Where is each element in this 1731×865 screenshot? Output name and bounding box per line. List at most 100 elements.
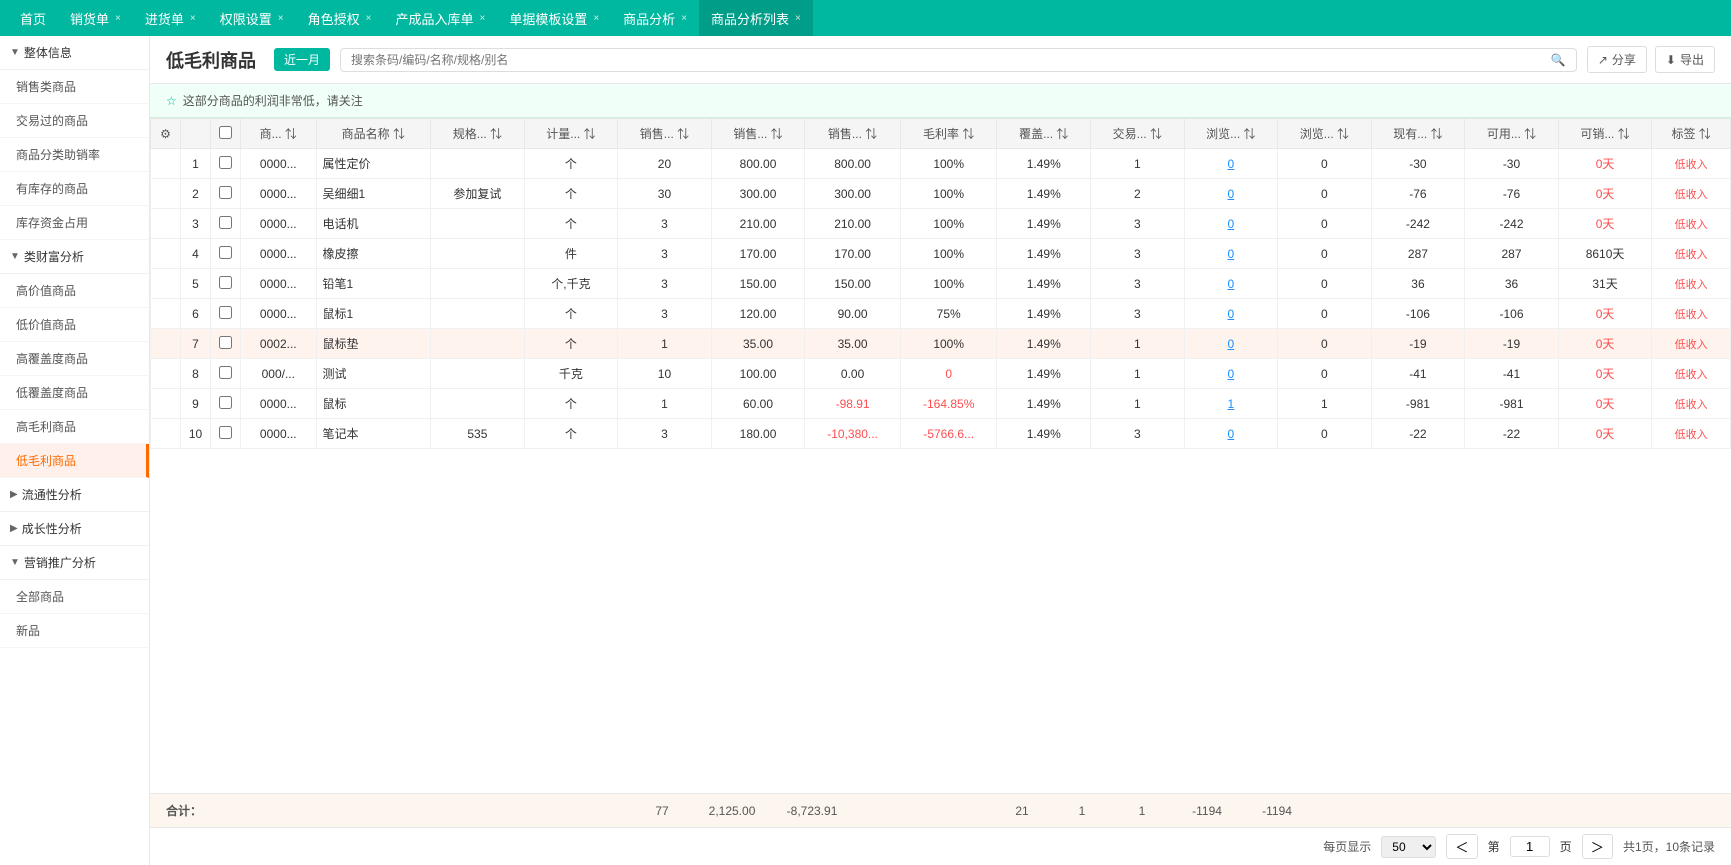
nav-template[interactable]: 单据模板设置 × <box>497 0 611 36</box>
page-size-select[interactable]: 50 100 200 <box>1381 836 1436 858</box>
nav-product-entry[interactable]: 产成品入库单 × <box>383 0 497 36</box>
row-checkbox[interactable] <box>219 246 232 259</box>
nav-permission-close[interactable]: × <box>278 13 284 24</box>
cell-check[interactable] <box>211 389 241 419</box>
cell-browse2: 0 <box>1278 209 1372 239</box>
row-checkbox[interactable] <box>219 306 232 319</box>
col-sales-profit[interactable]: 销售... ⇅ <box>805 119 901 149</box>
cell-browse1[interactable]: 0 <box>1184 269 1278 299</box>
col-available[interactable]: 可用... ⇅ <box>1465 119 1559 149</box>
nav-goods-analysis[interactable]: 商品分析 × <box>611 0 699 36</box>
cell-browse1[interactable]: 0 <box>1184 419 1278 449</box>
col-trade[interactable]: 交易... ⇅ <box>1091 119 1185 149</box>
col-code[interactable]: 商... ⇅ <box>241 119 317 149</box>
next-page-button[interactable]: ＞ <box>1582 834 1613 859</box>
col-coverage[interactable]: 覆盖... ⇅ <box>997 119 1091 149</box>
row-checkbox[interactable] <box>219 156 232 169</box>
prev-page-button[interactable]: ＜ <box>1446 834 1477 859</box>
cell-browse1[interactable]: 0 <box>1184 149 1278 179</box>
col-sales-qty[interactable]: 销售... ⇅ <box>618 119 712 149</box>
page-input[interactable] <box>1510 836 1550 857</box>
col-sales-price[interactable]: 销售... ⇅ <box>711 119 805 149</box>
col-unit[interactable]: 计量... ⇅ <box>524 119 618 149</box>
sidebar-item-inventory[interactable]: 有库存的商品 <box>0 172 149 206</box>
cell-check[interactable] <box>211 329 241 359</box>
col-settings[interactable]: ⚙ <box>151 119 181 149</box>
row-checkbox[interactable] <box>219 426 232 439</box>
col-check-all[interactable] <box>211 119 241 149</box>
cell-browse1[interactable]: 0 <box>1184 359 1278 389</box>
sidebar-item-low-coverage[interactable]: 低覆盖度商品 <box>0 376 149 410</box>
nav-sales-close[interactable]: × <box>115 13 121 24</box>
export-button[interactable]: ⬇ 导出 <box>1655 46 1715 73</box>
sidebar-group-overview[interactable]: ▼ 整体信息 <box>0 36 149 70</box>
nav-template-close[interactable]: × <box>593 13 599 24</box>
row-checkbox[interactable] <box>219 366 232 379</box>
sidebar-item-low-margin[interactable]: 低毛利商品 <box>0 444 149 478</box>
arrow-icon-2: ▼ <box>10 251 20 262</box>
sidebar-item-high-margin[interactable]: 高毛利商品 <box>0 410 149 444</box>
sidebar-item-new-goods[interactable]: 新品 <box>0 614 149 648</box>
cell-check[interactable] <box>211 209 241 239</box>
sidebar-item-high-value[interactable]: 高价值商品 <box>0 274 149 308</box>
cell-code: 0000... <box>241 269 317 299</box>
col-gross-rate[interactable]: 毛利率 ⇅ <box>900 119 997 149</box>
cell-sales-qty: 10 <box>618 359 712 389</box>
cell-browse1[interactable]: 1 <box>1184 389 1278 419</box>
row-checkbox[interactable] <box>219 396 232 409</box>
nav-goods-analysis-list-close[interactable]: × <box>795 13 801 24</box>
col-name[interactable]: 商品名称 ⇅ <box>316 119 431 149</box>
sidebar-group-flow[interactable]: ▶ 流通性分析 <box>0 478 149 512</box>
cell-check[interactable] <box>211 269 241 299</box>
row-checkbox[interactable] <box>219 216 232 229</box>
sidebar-item-capital[interactable]: 库存资金占用 <box>0 206 149 240</box>
cell-browse1[interactable]: 0 <box>1184 239 1278 269</box>
sidebar-item-category-rate[interactable]: 商品分类助销率 <box>0 138 149 172</box>
sidebar-item-all-goods[interactable]: 全部商品 <box>0 580 149 614</box>
col-tag[interactable]: 标签 ⇅ <box>1652 119 1731 149</box>
nav-product-entry-close[interactable]: × <box>479 13 485 24</box>
cell-check[interactable] <box>211 179 241 209</box>
col-browse2[interactable]: 浏览... ⇅ <box>1278 119 1372 149</box>
check-all-input[interactable] <box>219 126 232 139</box>
col-current[interactable]: 现有... ⇅ <box>1371 119 1465 149</box>
table-wrapper[interactable]: ⚙ 商... ⇅ 商品名称 ⇅ 规格... ⇅ 计量... ⇅ 销售... ⇅ … <box>150 118 1731 793</box>
row-checkbox[interactable] <box>219 336 232 349</box>
cell-check[interactable] <box>211 359 241 389</box>
cell-check[interactable] <box>211 149 241 179</box>
sidebar-item-low-value[interactable]: 低价值商品 <box>0 308 149 342</box>
cell-browse1[interactable]: 0 <box>1184 329 1278 359</box>
nav-role-close[interactable]: × <box>366 13 372 24</box>
search-input[interactable] <box>351 53 1545 67</box>
cell-check[interactable] <box>211 419 241 449</box>
cell-idx: 2 <box>181 179 211 209</box>
sidebar-group-marketing[interactable]: ▼ 营销推广分析 <box>0 546 149 580</box>
cell-check[interactable] <box>211 239 241 269</box>
cell-browse1[interactable]: 0 <box>1184 299 1278 329</box>
cell-check[interactable] <box>211 299 241 329</box>
sidebar-item-high-coverage[interactable]: 高覆盖度商品 <box>0 342 149 376</box>
col-browse1[interactable]: 浏览... ⇅ <box>1184 119 1278 149</box>
nav-home[interactable]: 首页 <box>8 0 58 36</box>
col-spec[interactable]: 规格... ⇅ <box>431 119 525 149</box>
nav-goods-analysis-close[interactable]: × <box>681 13 687 24</box>
row-checkbox[interactable] <box>219 186 232 199</box>
time-filter-button[interactable]: 近一月 <box>274 48 330 71</box>
cell-available: -106 <box>1465 299 1559 329</box>
cell-browse1[interactable]: 0 <box>1184 179 1278 209</box>
row-checkbox[interactable] <box>219 276 232 289</box>
nav-purchase-close[interactable]: × <box>190 13 196 24</box>
sidebar-group-wealth[interactable]: ▼ 类财富分析 <box>0 240 149 274</box>
nav-role[interactable]: 角色授权 × <box>296 0 384 36</box>
sidebar-group-growth[interactable]: ▶ 成长性分析 <box>0 512 149 546</box>
nav-purchase[interactable]: 进货单 × <box>133 0 208 36</box>
cell-browse1[interactable]: 0 <box>1184 209 1278 239</box>
nav-goods-analysis-list[interactable]: 商品分析列表 × <box>699 0 813 36</box>
sidebar-item-sales-goods[interactable]: 销售类商品 <box>0 70 149 104</box>
nav-permission[interactable]: 权限设置 × <box>208 0 296 36</box>
sidebar-item-traded-goods[interactable]: 交易过的商品 <box>0 104 149 138</box>
nav-sales[interactable]: 销货单 × <box>58 0 133 36</box>
export-icon: ⬇ <box>1666 53 1676 67</box>
col-sellable[interactable]: 可销... ⇅ <box>1558 119 1652 149</box>
share-button[interactable]: ↗ 分享 <box>1587 46 1647 73</box>
